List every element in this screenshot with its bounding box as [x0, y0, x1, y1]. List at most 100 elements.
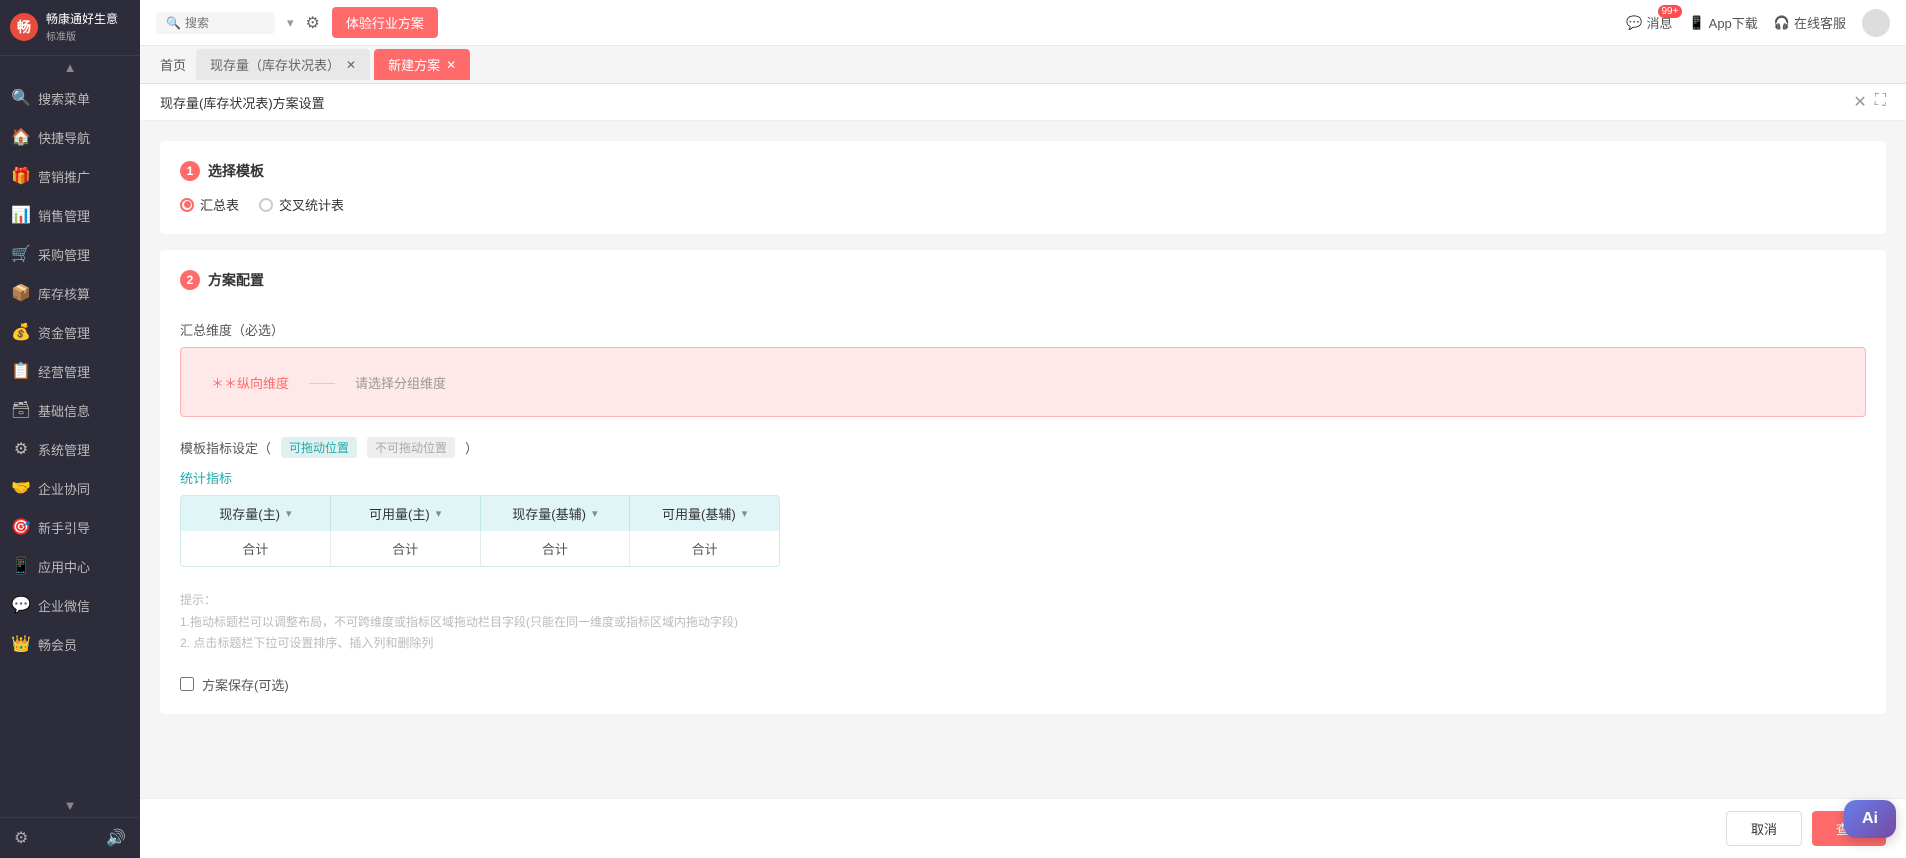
sidebar-item-system[interactable]: ⚙ 系统管理	[0, 430, 140, 469]
stats-header-col-1[interactable]: 可用量(主) ▾	[331, 496, 481, 531]
chevron-col0[interactable]: ▾	[286, 507, 292, 520]
sidebar: 畅 畅康通好生意 标准版 ▲ 🔍 搜索菜单 🏠 快捷导航 🎁 营销推广 📊 销售…	[0, 0, 140, 858]
trial-button[interactable]: 体验行业方案	[332, 7, 438, 38]
sales-icon: 📊	[12, 206, 30, 224]
sidebar-nav: 🔍 搜索菜单 🏠 快捷导航 🎁 营销推广 📊 销售管理 🛒 采购管理 📦 库存核…	[0, 79, 140, 794]
sidebar-item-sales[interactable]: 📊 销售管理	[0, 196, 140, 235]
tab-inventory-status[interactable]: 现存量（库存状况表） ✕	[196, 49, 370, 80]
sidebar-item-app-center[interactable]: 📱 应用中心	[0, 547, 140, 586]
inventory-icon: 📦	[12, 284, 30, 302]
tabbar: 首页 现存量（库存状况表） ✕ 新建方案 ✕	[140, 46, 1906, 84]
stats-header-col-2[interactable]: 现存量(基辅) ▾	[481, 496, 631, 531]
non-draggable-chip: 不可拖动位置	[367, 437, 455, 458]
sidebar-item-label: 搜索菜单	[38, 89, 90, 108]
vertical-dim-label: ＊＊纵向维度	[211, 373, 289, 392]
ai-fab-button[interactable]: Ai	[1844, 800, 1896, 838]
chevron-col1[interactable]: ▾	[436, 507, 442, 520]
chevron-col2[interactable]: ▾	[592, 507, 598, 520]
sidebar-item-weixin[interactable]: 💬 企业微信	[0, 586, 140, 625]
step2-section: 2 方案配置 汇总维度（必选） ＊＊纵向维度 —— 请选择分组维度	[160, 250, 1886, 714]
search-input[interactable]	[185, 16, 265, 30]
tab-inventory-close[interactable]: ✕	[346, 58, 356, 72]
volume-icon[interactable]: 🔊	[106, 828, 126, 848]
chevron-col3[interactable]: ▾	[742, 507, 748, 520]
stats-cell-3: 合计	[630, 531, 779, 566]
bottom-bar: 取消 查询	[140, 798, 1906, 858]
step1-section: 1 选择模板 汇总表 交叉统计表	[160, 141, 1886, 234]
stats-header-row: 现存量(主) ▾ 可用量(主) ▾ 现存量(基辅) ▾	[181, 496, 779, 531]
stats-cell-0: 合计	[181, 531, 331, 566]
save-row: 方案保存(可选)	[180, 675, 1866, 694]
sidebar-item-label: 经营管理	[38, 362, 90, 381]
dimension-placeholder[interactable]: 请选择分组维度	[355, 373, 446, 392]
radio-cross-circle	[259, 198, 273, 212]
sidebar-item-label: 企业协同	[38, 479, 90, 498]
member-icon: 👑	[12, 635, 30, 653]
new-guide-icon: 🎯	[12, 518, 30, 536]
stats-col1-label: 可用量(主)	[369, 504, 430, 523]
search-menu-icon: 🔍	[12, 89, 30, 107]
main-area: 🔍 ▾ ⚙ 体验行业方案 💬 消息 99+ 📱 App下载 🎧 在线客服 首页	[140, 0, 1906, 858]
stats-header-col-3[interactable]: 可用量(基辅) ▾	[630, 496, 779, 531]
search-box[interactable]: 🔍	[156, 12, 275, 34]
indicator-label: 模板指标设定（ 可拖动位置 不可拖动位置 ）	[180, 437, 1866, 458]
indicator-config: 模板指标设定（ 可拖动位置 不可拖动位置 ）	[180, 437, 1866, 458]
dimension-label: 汇总维度（必选）	[180, 320, 1866, 339]
sidebar-item-operations[interactable]: 📋 经营管理	[0, 352, 140, 391]
tab-new-scheme[interactable]: 新建方案 ✕	[374, 49, 470, 80]
expand-icon[interactable]: ⛶	[1875, 92, 1886, 112]
radio-summary[interactable]: 汇总表	[180, 195, 239, 214]
message-button[interactable]: 💬 消息 99+	[1626, 13, 1672, 32]
tips-section: 提示： 1.拖动标题栏可以调整布局，不可跨维度或指标区域拖动栏目字段(只能在同一…	[180, 590, 1866, 655]
sidebar-item-quick-nav[interactable]: 🏠 快捷导航	[0, 118, 140, 157]
sidebar-item-enterprise[interactable]: 🤝 企业协同	[0, 469, 140, 508]
save-label: 方案保存(可选)	[202, 675, 289, 694]
sidebar-item-label: 销售管理	[38, 206, 90, 225]
sidebar-scroll-up[interactable]: ▲	[0, 56, 140, 79]
stats-header-col-0[interactable]: 现存量(主) ▾	[181, 496, 331, 531]
sidebar-scroll-down[interactable]: ▼	[0, 794, 140, 817]
sidebar-item-marketing[interactable]: 🎁 营销推广	[0, 157, 140, 196]
sidebar-item-label: 应用中心	[38, 557, 90, 576]
tab-home[interactable]: 首页	[150, 49, 196, 80]
close-icon[interactable]: ✕	[1853, 92, 1866, 112]
stats-col2-label: 现存量(基辅)	[512, 504, 586, 523]
tab-inventory-label: 现存量（库存状况表）	[210, 55, 340, 74]
radio-cross[interactable]: 交叉统计表	[259, 195, 344, 214]
topbar-dropdown-icon[interactable]: ▾	[287, 15, 294, 31]
sidebar-item-purchase[interactable]: 🛒 采购管理	[0, 235, 140, 274]
sidebar-item-label: 快捷导航	[38, 128, 90, 147]
message-icon: 💬	[1626, 15, 1642, 31]
sidebar-item-basic-info[interactable]: 🗃 基础信息	[0, 391, 140, 430]
sidebar-item-member[interactable]: 👑 畅会员	[0, 625, 140, 664]
sidebar-logo: 畅 畅康通好生意 标准版	[0, 0, 140, 56]
settings-icon[interactable]: ⚙	[14, 828, 28, 848]
topbar-right: 💬 消息 99+ 📱 App下载 🎧 在线客服	[1626, 9, 1890, 37]
quick-nav-icon: 🏠	[12, 128, 30, 146]
topbar: 🔍 ▾ ⚙ 体验行业方案 💬 消息 99+ 📱 App下载 🎧 在线客服	[140, 0, 1906, 46]
sidebar-item-inventory[interactable]: 📦 库存核算	[0, 274, 140, 313]
sidebar-item-finance[interactable]: 💰 资金管理	[0, 313, 140, 352]
online-service-button[interactable]: 🎧 在线客服	[1774, 13, 1846, 32]
dash-separator: ——	[309, 375, 335, 390]
page-title: 现存量(库存状况表)方案设置	[160, 93, 325, 112]
sidebar-item-label: 营销推广	[38, 167, 90, 186]
user-avatar[interactable]	[1862, 9, 1890, 37]
sidebar-item-new-guide[interactable]: 🎯 新手引导	[0, 508, 140, 547]
app-center-icon: 📱	[12, 557, 30, 575]
gear-icon[interactable]: ⚙	[305, 13, 319, 33]
sidebar-bottom: ⚙ 🔊	[0, 817, 140, 858]
tab-new-scheme-label: 新建方案	[388, 55, 440, 74]
stats-col3-label: 可用量(基辅)	[662, 504, 736, 523]
page-header: 现存量(库存状况表)方案设置 ✕ ⛶	[140, 84, 1906, 121]
cancel-button[interactable]: 取消	[1726, 811, 1802, 846]
stats-table: 现存量(主) ▾ 可用量(主) ▾ 现存量(基辅) ▾	[180, 495, 780, 567]
save-checkbox[interactable]	[180, 677, 194, 691]
app-download-button[interactable]: 📱 App下载	[1688, 13, 1757, 32]
search-icon: 🔍	[166, 16, 181, 30]
tab-new-scheme-close[interactable]: ✕	[446, 58, 456, 72]
logo-text: 畅康通好生意 标准版	[46, 12, 118, 43]
sidebar-item-search-menu[interactable]: 🔍 搜索菜单	[0, 79, 140, 118]
dimension-box[interactable]: ＊＊纵向维度 —— 请选择分组维度	[180, 347, 1866, 417]
enterprise-icon: 🤝	[12, 479, 30, 497]
